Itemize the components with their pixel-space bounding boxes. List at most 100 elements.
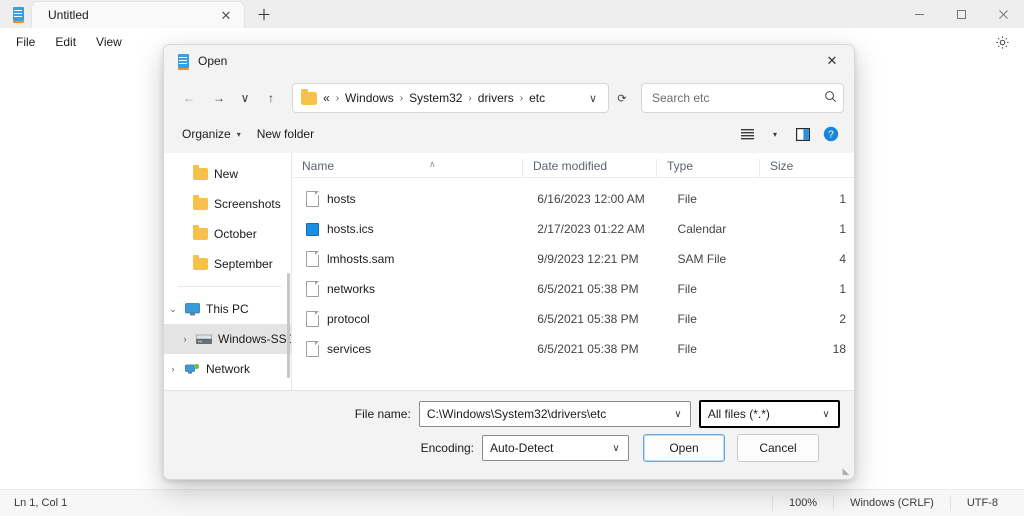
close-icon[interactable]: ✕ <box>214 4 238 26</box>
column-header-size[interactable]: Size <box>759 159 830 177</box>
file-name-cell: hosts.ics <box>292 222 527 236</box>
file-name-cell: services <box>292 341 527 357</box>
up-icon[interactable]: ↑ <box>256 84 286 112</box>
table-row[interactable]: services 6/5/2021 05:38 PM File 18 <box>292 334 854 364</box>
sidebar-item-label: September <box>214 257 273 271</box>
chevron-down-icon[interactable]: ∨ <box>580 85 606 111</box>
resize-grip[interactable]: ◣ <box>841 466 851 476</box>
this-pc-icon <box>182 303 202 316</box>
sidebar-item-label: October <box>214 227 257 241</box>
file-type-cell: SAM File <box>668 252 778 266</box>
search-icon <box>824 90 837 106</box>
file-type-cell: File <box>668 312 778 326</box>
organize-button[interactable]: Organize ▾ <box>174 124 249 144</box>
window-controls <box>898 0 1024 28</box>
file-size-cell: 2 <box>777 312 854 326</box>
document-icon <box>302 251 322 267</box>
chevron-down-icon[interactable]: ▾ <box>762 122 788 146</box>
status-bar: Ln 1, Col 1 100% Windows (CRLF) UTF-8 <box>0 489 1024 516</box>
chevron-down-icon[interactable]: ∨ <box>816 409 836 420</box>
file-name-cell: hosts <box>292 191 527 207</box>
table-row[interactable]: protocol 6/5/2021 05:38 PM File 2 <box>292 304 854 334</box>
sidebar-item-label: Network <box>206 362 250 376</box>
sidebar-item-screenshots[interactable]: Screenshots <box>164 189 292 219</box>
breadcrumb-item-system32[interactable]: System32 <box>409 91 462 105</box>
table-row[interactable]: lmhosts.sam 9/9/2023 12:21 PM SAM File 4 <box>292 244 854 274</box>
encoding-status[interactable]: UTF-8 <box>950 495 1024 511</box>
close-icon[interactable]: ✕ <box>810 45 854 77</box>
document-icon <box>302 281 322 297</box>
file-name-label: File name: <box>164 407 411 421</box>
sidebar-item-new[interactable]: New <box>164 159 292 189</box>
refresh-icon[interactable]: ⟳ <box>609 85 635 111</box>
breadcrumb-root[interactable]: « <box>323 91 330 105</box>
search-input[interactable]: Search etc <box>652 91 824 105</box>
table-row[interactable]: networks 6/5/2021 05:38 PM File 1 <box>292 274 854 304</box>
help-icon[interactable]: ? <box>818 122 844 146</box>
open-button[interactable]: Open <box>643 434 725 462</box>
sidebar-item-october[interactable]: October <box>164 219 292 249</box>
sidebar-item-windows-ssd[interactable]: › Windows-SSD <box>164 324 292 354</box>
sidebar-item-this-pc[interactable]: ⌄ This PC <box>164 294 292 324</box>
sidebar-divider <box>178 286 282 287</box>
cancel-button[interactable]: Cancel <box>737 434 819 462</box>
breadcrumb-separator: › <box>468 93 471 104</box>
file-rows: hosts 6/16/2023 12:00 AM File 1 hosts.ic… <box>292 178 854 364</box>
menu-edit[interactable]: Edit <box>45 31 86 53</box>
file-name-input[interactable]: C:\Windows\System32\drivers\etc ∨ <box>419 401 691 427</box>
new-folder-button[interactable]: New folder <box>249 124 322 144</box>
tab-untitled[interactable]: Untitled ✕ <box>32 2 244 28</box>
file-name-value: C:\Windows\System32\drivers\etc <box>427 407 668 421</box>
breadcrumb-separator: › <box>336 93 339 104</box>
sidebar-scrollbar[interactable] <box>287 273 290 378</box>
file-name-cell: protocol <box>292 311 527 327</box>
forward-icon[interactable]: → <box>204 84 234 112</box>
maximize-icon[interactable] <box>940 0 982 28</box>
folder-icon <box>190 168 210 180</box>
menu-view[interactable]: View <box>86 31 132 53</box>
search-box[interactable]: Search etc <box>641 83 844 113</box>
title-bar: Untitled ✕ ＋ <box>0 0 1024 28</box>
file-date-cell: 2/17/2023 01:22 AM <box>527 222 667 236</box>
back-icon[interactable]: ← <box>174 84 204 112</box>
close-icon[interactable] <box>982 0 1024 28</box>
table-row[interactable]: hosts.ics 2/17/2023 01:22 AM Calendar 1 <box>292 214 854 244</box>
column-header-name[interactable]: Name ∧ <box>292 159 522 177</box>
address-bar[interactable]: « › Windows › System32 › drivers › etc ∨ <box>292 83 609 113</box>
column-header-type[interactable]: Type <box>656 159 759 177</box>
notepad-icon <box>4 0 32 28</box>
new-tab-button[interactable]: ＋ <box>252 4 276 26</box>
file-size-cell: 4 <box>777 252 854 266</box>
menu-file[interactable]: File <box>6 31 45 53</box>
navigation-bar: ← → ∨ ↑ « › Windows › System32 › drivers… <box>164 77 854 119</box>
encoding-dropdown[interactable]: Auto-Detect ∨ <box>482 435 629 461</box>
zoom-level[interactable]: 100% <box>772 495 833 511</box>
preview-pane-icon[interactable] <box>790 122 816 146</box>
chevron-down-icon[interactable]: ⌄ <box>164 304 182 315</box>
column-header-date-modified[interactable]: Date modified <box>522 159 656 177</box>
recent-locations-icon[interactable]: ∨ <box>234 84 256 112</box>
chevron-down-icon[interactable]: ∨ <box>606 443 626 454</box>
chevron-right-icon[interactable]: › <box>176 334 194 344</box>
breadcrumb-item-windows[interactable]: Windows <box>345 91 394 105</box>
breadcrumb: « › Windows › System32 › drivers › etc <box>323 91 580 105</box>
table-row[interactable]: hosts 6/16/2023 12:00 AM File 1 <box>292 184 854 214</box>
folder-icon <box>190 198 210 210</box>
sidebar-item-september[interactable]: September <box>164 249 292 279</box>
drive-icon <box>194 334 214 345</box>
sidebar-item-network[interactable]: › Network <box>164 354 292 384</box>
view-options-icon[interactable] <box>734 122 760 146</box>
minimize-icon[interactable] <box>898 0 940 28</box>
tab-strip: Untitled ✕ ＋ <box>0 0 276 28</box>
sidebar-item-label: This PC <box>206 302 249 316</box>
chevron-right-icon[interactable]: › <box>164 364 182 374</box>
breadcrumb-item-etc[interactable]: etc <box>529 91 545 105</box>
gear-icon[interactable] <box>988 28 1016 56</box>
file-type-filter-dropdown[interactable]: All files (*.*) ∨ <box>699 400 840 428</box>
line-ending[interactable]: Windows (CRLF) <box>833 495 950 511</box>
file-type-cell: File <box>668 192 778 206</box>
breadcrumb-item-drivers[interactable]: drivers <box>478 91 514 105</box>
chevron-down-icon: ▾ <box>237 130 241 139</box>
folder-icon <box>190 258 210 270</box>
chevron-down-icon[interactable]: ∨ <box>668 409 688 420</box>
